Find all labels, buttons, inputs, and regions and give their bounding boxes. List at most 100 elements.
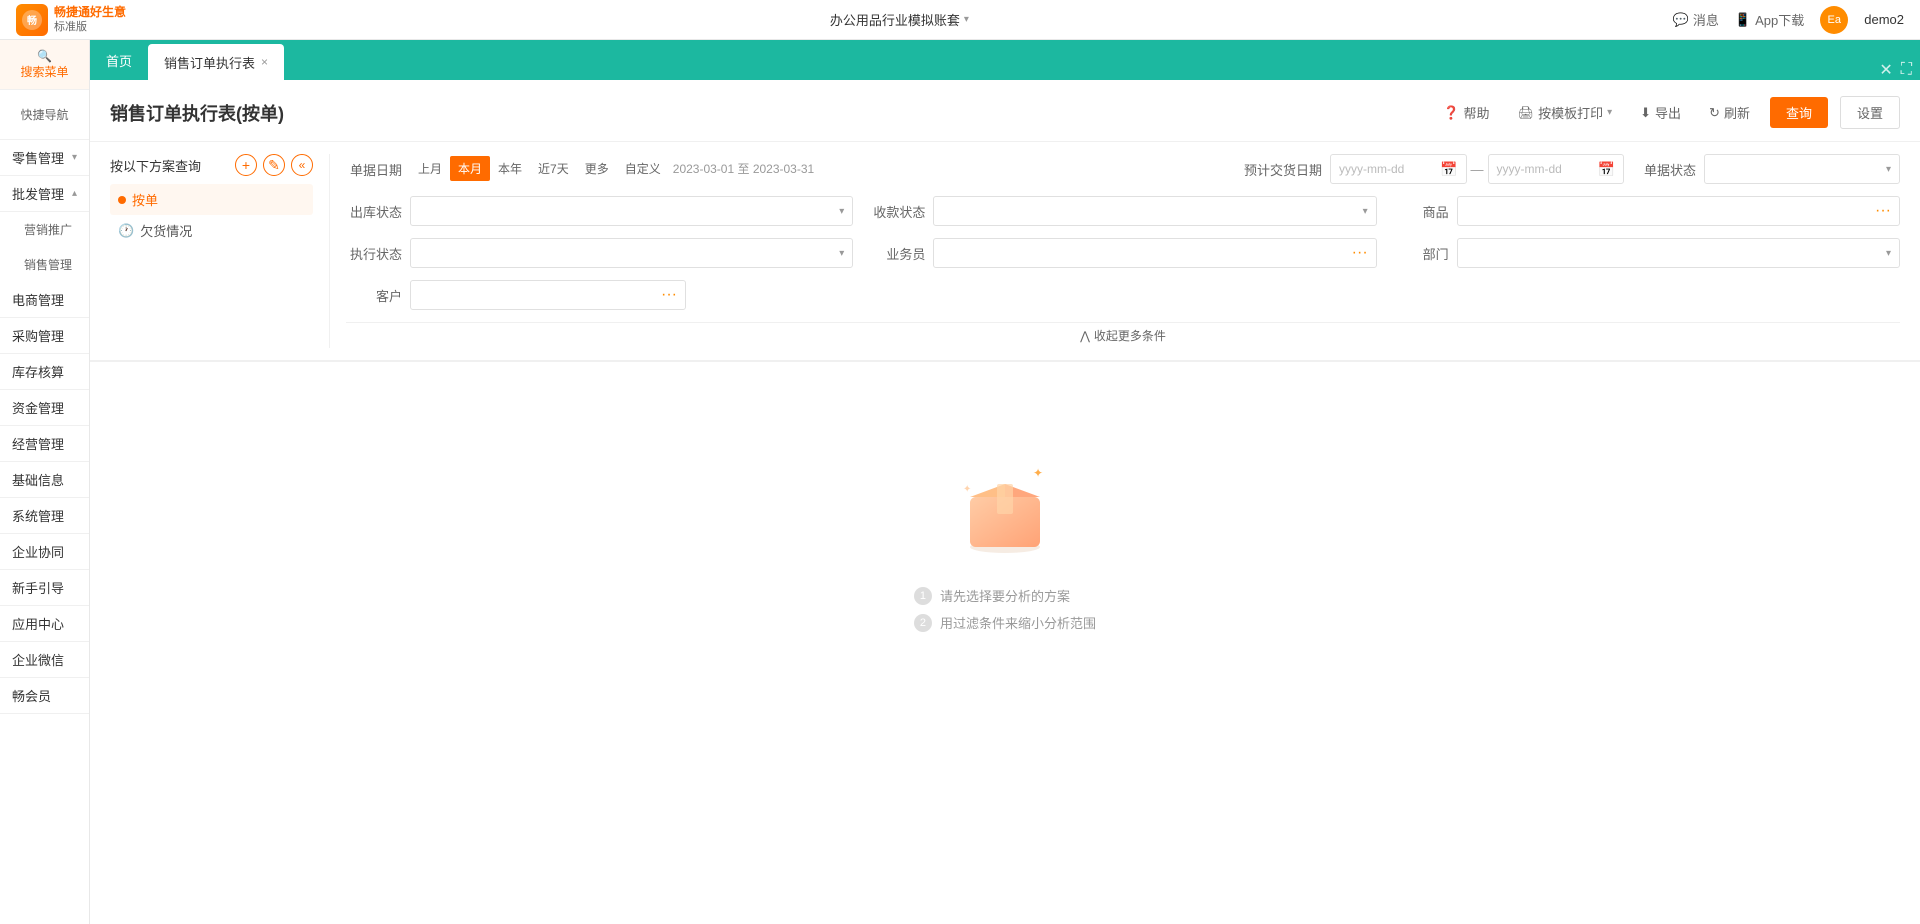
status-dropdown-icon: ▾	[1886, 164, 1891, 175]
page-actions: ❓ 帮助 🖨 按模板打印 ▾ ⬇ 导出 ↻ 刷新	[1435, 96, 1900, 129]
filter-panel: 按以下方案查询 + ✎ « 按单 🕐 欠货情况	[90, 142, 1920, 361]
filter-section-title: 按以下方案查询 + ✎ «	[110, 154, 313, 176]
scheme-collapse-btn[interactable]: «	[291, 154, 313, 176]
calendar-icon-end: 📅	[1598, 161, 1615, 178]
logo-area[interactable]: 畅 畅捷通好生意 标准版	[16, 4, 126, 36]
exec-dropdown-icon: ▾	[839, 248, 844, 259]
delivery-select[interactable]: ▾	[410, 196, 853, 226]
filter-group-exec: 执行状态 ▾	[346, 238, 853, 268]
clock-icon: 🕐	[118, 223, 134, 239]
delivery-label: 出库状态	[346, 202, 402, 221]
customer-more-icon[interactable]: ···	[661, 286, 677, 304]
date-btn-thismonth[interactable]: 本月	[450, 156, 490, 181]
sidebar-item-operations[interactable]: 经营管理	[0, 426, 89, 462]
query-btn[interactable]: 查询	[1770, 97, 1828, 128]
scheme-edit-btn[interactable]: ✎	[263, 154, 285, 176]
empty-svg: ✦ ✦	[945, 442, 1065, 562]
payment-select[interactable]: ▾	[933, 196, 1376, 226]
calendar-icon-start: 📅	[1440, 161, 1457, 178]
page-content: 销售订单执行表(按单) ❓ 帮助 🖨 按模板打印 ▾ ⬇ 导出	[90, 80, 1920, 924]
goods-label: 商品	[1393, 202, 1449, 221]
export-btn[interactable]: ⬇ 导出	[1632, 99, 1689, 126]
settings-btn[interactable]: 设置	[1840, 96, 1900, 129]
date-range-text: 2023-03-01 至 2023-03-31	[673, 160, 814, 177]
filter-group-dept: 部门 ▾	[1393, 238, 1900, 268]
scheme-active-dot	[118, 196, 126, 204]
scheme-nav-bidan[interactable]: 按单	[110, 184, 313, 215]
message-btn[interactable]: 💬 消息	[1673, 10, 1719, 29]
filter-scheme-panel: 按以下方案查询 + ✎ « 按单 🕐 欠货情况	[110, 154, 330, 348]
sidebar-item-collaboration[interactable]: 企业协同	[0, 534, 89, 570]
topbar: 畅 畅捷通好生意 标准版 办公用品行业模拟账套 ▾ 💬 消息 📱 App下载 E…	[0, 0, 1920, 40]
date-btn-7days[interactable]: 近7天	[530, 156, 577, 181]
industry-dropdown-icon[interactable]: ▾	[964, 14, 969, 25]
filter-group-payment: 收款状态 ▾	[869, 196, 1376, 226]
sidebar-item-newuser[interactable]: 新手引导	[0, 570, 89, 606]
exec-select[interactable]: ▾	[410, 238, 853, 268]
step-num-1: 1	[914, 587, 932, 605]
filter-group-delivery: 出库状态 ▾	[346, 196, 853, 226]
sales-select[interactable]: ···	[933, 238, 1376, 268]
expected-date-group: yyyy-mm-dd 📅 — yyyy-mm-dd 📅	[1330, 154, 1624, 184]
filter-group-goods: 商品 ···	[1393, 196, 1900, 226]
topbar-left: 畅 畅捷通好生意 标准版	[16, 4, 126, 36]
sidebar-item-quicknav[interactable]: 快捷导航	[0, 90, 89, 140]
page-header: 销售订单执行表(按单) ❓ 帮助 🖨 按模板打印 ▾ ⬇ 导出	[90, 80, 1920, 142]
date-btn-thisyear[interactable]: 本年	[490, 156, 530, 181]
scheme-nav-quehuo[interactable]: 🕐 欠货情况	[110, 215, 313, 246]
topbar-right: 💬 消息 📱 App下载 Ea demo2	[1673, 6, 1904, 34]
export-icon: ⬇	[1640, 105, 1651, 121]
sidebar-item-basic[interactable]: 基础信息	[0, 462, 89, 498]
goods-select[interactable]: ···	[1457, 196, 1900, 226]
print-icon: 🖨	[1518, 105, 1535, 121]
expected-date-end[interactable]: yyyy-mm-dd 📅	[1488, 154, 1625, 184]
tab-home[interactable]: 首页	[90, 40, 148, 80]
sidebar-item-ecommerce[interactable]: 电商管理	[0, 282, 89, 318]
date-btn-custom[interactable]: 自定义	[617, 156, 669, 181]
sidebar-item-marketing[interactable]: 营销推广	[12, 212, 89, 247]
sidebar-item-retail[interactable]: 零售管理 ▾	[0, 140, 89, 176]
sidebar-item-inventory[interactable]: 库存核算	[0, 354, 89, 390]
app-download-btn[interactable]: 📱 App下载	[1735, 10, 1804, 29]
sidebar-item-finance[interactable]: 资金管理	[0, 390, 89, 426]
sidebar-item-member[interactable]: 畅会员	[0, 678, 89, 714]
svg-text:✦: ✦	[1033, 466, 1043, 480]
sidebar-item-sales[interactable]: 销售管理	[12, 247, 89, 282]
refresh-btn[interactable]: ↻ 刷新	[1701, 99, 1758, 126]
help-icon: ❓	[1443, 105, 1459, 121]
dept-dropdown-icon: ▾	[1886, 248, 1891, 259]
tab-maximize-btn[interactable]: ⛶	[1901, 61, 1912, 79]
sidebar-item-system[interactable]: 系统管理	[0, 498, 89, 534]
filter-collapse-btn[interactable]: ⋀ 收起更多条件	[346, 322, 1900, 348]
customer-select[interactable]: ···	[410, 280, 686, 310]
username-label[interactable]: demo2	[1864, 12, 1904, 27]
status-select[interactable]: ▾	[1704, 154, 1900, 184]
sidebar-item-wholesale[interactable]: 批发管理 ▴	[0, 176, 89, 212]
help-btn[interactable]: ❓ 帮助	[1435, 99, 1497, 126]
date-btn-lastmonth[interactable]: 上月	[410, 156, 450, 181]
delivery-dropdown-icon: ▾	[839, 206, 844, 217]
tab-close-btn[interactable]: ✕	[1879, 60, 1892, 80]
sidebar-search[interactable]: 🔍 搜索菜单	[0, 40, 89, 90]
tab-close-icon[interactable]: ×	[261, 55, 268, 69]
empty-steps: 1 请先选择要分析的方案 2 用过滤条件来缩小分析范围	[914, 586, 1096, 632]
goods-more-icon[interactable]: ···	[1875, 202, 1891, 220]
sidebar-item-wechat[interactable]: 企业微信	[0, 642, 89, 678]
print-btn[interactable]: 🖨 按模板打印 ▾	[1510, 99, 1621, 126]
dept-select[interactable]: ▾	[1457, 238, 1900, 268]
avatar[interactable]: Ea	[1820, 6, 1848, 34]
step-text-2: 用过滤条件来缩小分析范围	[940, 613, 1096, 632]
topbar-center: 办公用品行业模拟账套 ▾	[830, 10, 969, 29]
date-label: 单据日期	[346, 160, 402, 179]
industry-label: 办公用品行业模拟账套	[830, 10, 960, 29]
filter-row-4: 客户 ···	[346, 280, 686, 310]
empty-step-2: 2 用过滤条件来缩小分析范围	[914, 613, 1096, 632]
logo-text: 畅捷通好生意 标准版	[54, 5, 126, 35]
expected-date-start[interactable]: yyyy-mm-dd 📅	[1330, 154, 1467, 184]
tab-sales-order[interactable]: 销售订单执行表 ×	[148, 44, 284, 80]
sales-more-icon[interactable]: ···	[1352, 244, 1368, 262]
scheme-add-btn[interactable]: +	[235, 154, 257, 176]
sidebar-item-purchase[interactable]: 采购管理	[0, 318, 89, 354]
sidebar-item-appstore[interactable]: 应用中心	[0, 606, 89, 642]
date-btn-more[interactable]: 更多	[577, 156, 617, 181]
